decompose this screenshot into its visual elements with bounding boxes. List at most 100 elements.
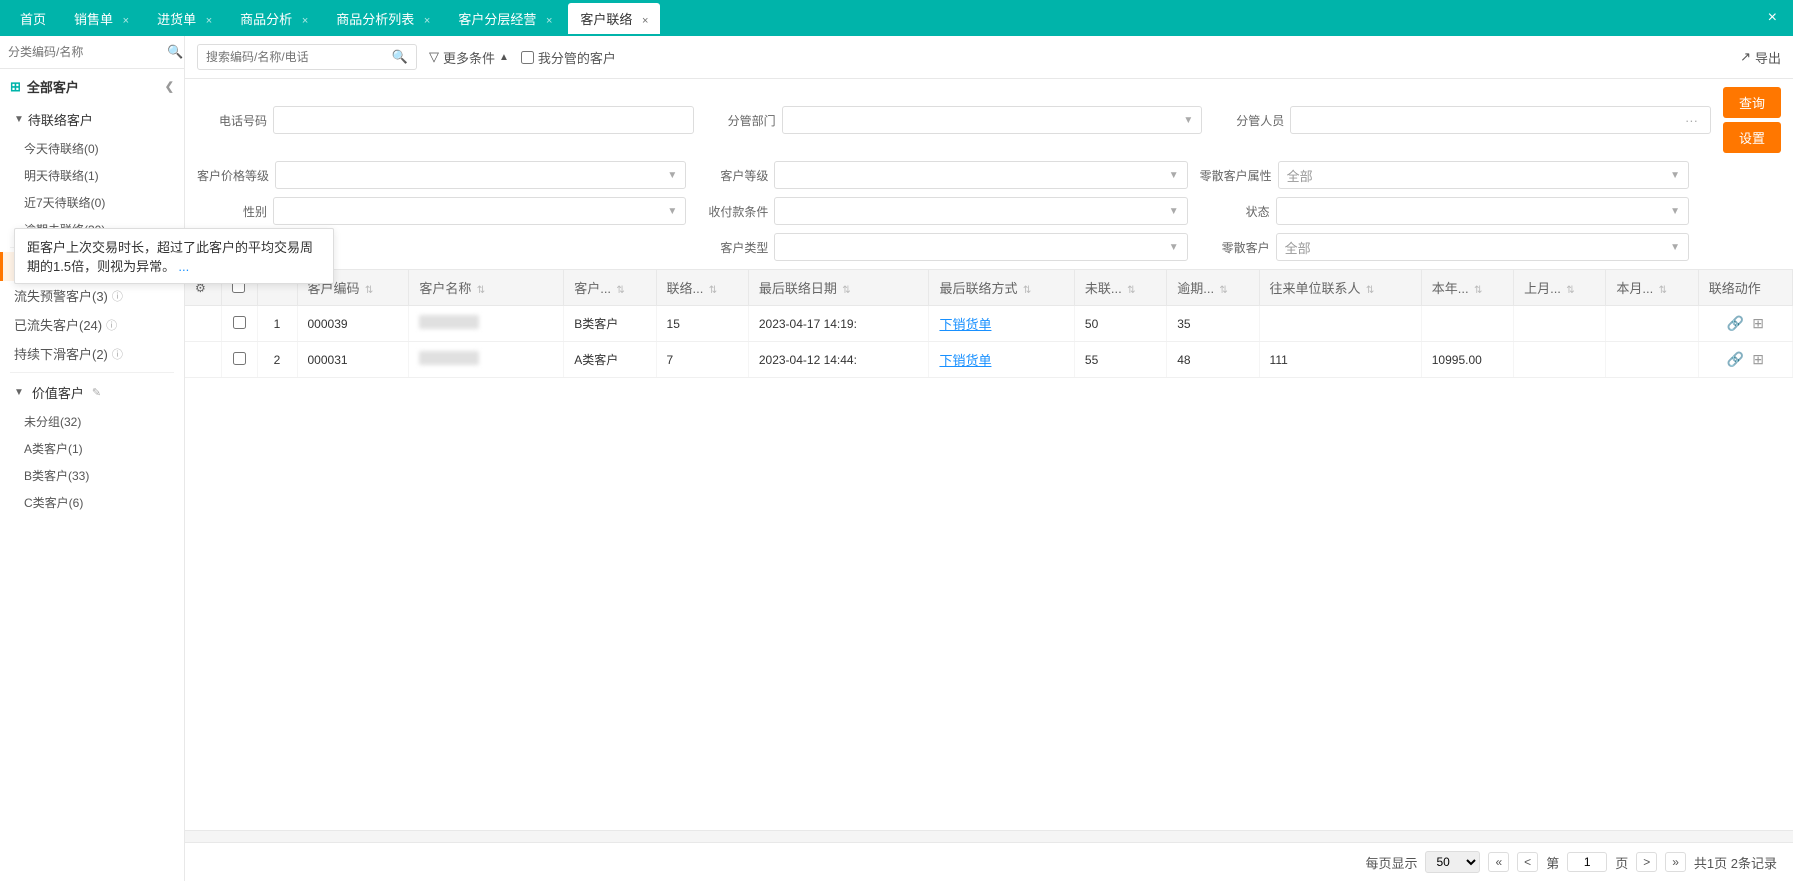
nav-sales-close[interactable]: × bbox=[123, 15, 129, 27]
payment-input[interactable]: ▼ bbox=[774, 197, 1187, 225]
sidebar-item-ungroups[interactable]: 未分组(32) bbox=[0, 408, 184, 435]
nav-customer-tier-close[interactable]: × bbox=[546, 15, 552, 27]
settings-button[interactable]: 设置 bbox=[1723, 122, 1781, 153]
row2-last-contact-date: 2023-04-12 14:44: bbox=[748, 342, 929, 378]
col-last-contact-date[interactable]: 最后联络日期 ⇅ bbox=[748, 270, 929, 306]
row1-no-contact: 50 bbox=[1074, 306, 1166, 342]
row2-unit-contact: 111 bbox=[1259, 342, 1421, 378]
col-contact-count[interactable]: 联络... ⇅ bbox=[656, 270, 748, 306]
sort-icon-this-month: ⇅ bbox=[1659, 285, 1667, 296]
col-last-month[interactable]: 上月... ⇅ bbox=[1514, 270, 1606, 306]
gender-down-arrow: ▼ bbox=[667, 206, 677, 217]
nav-product-analysis[interactable]: 商品分析 × bbox=[228, 3, 320, 34]
col-this-month[interactable]: 本月... ⇅ bbox=[1606, 270, 1698, 306]
col-customer-name[interactable]: 客户名称 ⇅ bbox=[409, 270, 564, 306]
sidebar-search-icon[interactable]: 🔍 bbox=[167, 44, 183, 60]
col-customer-type[interactable]: 客户... ⇅ bbox=[564, 270, 656, 306]
customer-level-input[interactable]: ▼ bbox=[774, 161, 1187, 189]
page-number-input[interactable] bbox=[1567, 852, 1607, 872]
nav-customer-contact[interactable]: 客户联络 × bbox=[568, 3, 660, 34]
loss-warning-info-icon[interactable]: ⓘ bbox=[112, 288, 123, 304]
row2-checkbox[interactable] bbox=[233, 352, 246, 365]
nav-product-analysis-list-close[interactable]: × bbox=[424, 15, 430, 27]
window-close-button[interactable]: × bbox=[1760, 5, 1785, 31]
sidebar-item-loss-warning[interactable]: 流失预警客户(3) ⓘ bbox=[0, 281, 184, 310]
last-page-btn[interactable]: » bbox=[1665, 852, 1686, 872]
retail-customer-value: 全部 bbox=[1285, 238, 1311, 257]
first-page-btn[interactable]: « bbox=[1488, 852, 1509, 872]
nav-sales[interactable]: 销售单 × bbox=[62, 3, 141, 34]
row2-customer-code: 000031 bbox=[297, 342, 409, 378]
search-box: 🔍 bbox=[197, 44, 417, 70]
row1-this-month bbox=[1606, 306, 1698, 342]
dept-input[interactable]: ▼ bbox=[782, 106, 1203, 134]
nav-customer-tier[interactable]: 客户分层经营 × bbox=[446, 3, 564, 34]
sort-icon-overdue: ⇅ bbox=[1219, 285, 1227, 296]
edit-icon[interactable]: ✎ bbox=[92, 386, 101, 399]
sidebar-item-week-pending[interactable]: 近7天待联络(0) bbox=[0, 189, 184, 216]
sidebar-collapse-icon[interactable]: ❮ bbox=[165, 80, 174, 93]
per-page-select[interactable]: 50 100 200 bbox=[1425, 851, 1480, 873]
more-conditions-btn[interactable]: ▽ 更多条件 ▲ bbox=[429, 48, 509, 67]
customer-level-field: 客户等级 ▼ bbox=[698, 161, 1187, 189]
sort-icon-type: ⇅ bbox=[616, 285, 624, 296]
retail-attr-input[interactable]: 全部 ▼ bbox=[1278, 161, 1689, 189]
nav-product-analysis-close[interactable]: × bbox=[302, 15, 308, 27]
main-search-input[interactable] bbox=[206, 50, 386, 64]
row2-link-icon[interactable]: 🔗 bbox=[1727, 351, 1744, 368]
all-customers-header[interactable]: ⊞ 全部客户 ❮ bbox=[0, 69, 184, 104]
row1-link-icon[interactable]: 🔗 bbox=[1727, 315, 1744, 332]
col-no-contact[interactable]: 未联... ⇅ bbox=[1074, 270, 1166, 306]
query-button[interactable]: 查询 bbox=[1723, 87, 1781, 118]
sustain-decline-info-icon[interactable]: ⓘ bbox=[112, 346, 123, 362]
manager-input[interactable]: ··· bbox=[1290, 106, 1711, 134]
col-last-contact-method[interactable]: 最后联络方式 ⇅ bbox=[929, 270, 1074, 306]
prev-page-btn[interactable]: < bbox=[1517, 852, 1538, 872]
nav-purchase-close[interactable]: × bbox=[206, 15, 212, 27]
sidebar-item-already-lost[interactable]: 已流失客户(24) ⓘ bbox=[0, 310, 184, 339]
phone-input[interactable] bbox=[273, 106, 694, 134]
nav-customer-contact-close[interactable]: × bbox=[642, 15, 648, 27]
col-unit-contact-label: 往来单位联系人 bbox=[1270, 281, 1361, 296]
already-lost-info-icon[interactable]: ⓘ bbox=[106, 317, 117, 333]
sidebar-item-a-class[interactable]: A类客户(1) bbox=[0, 435, 184, 462]
status-input[interactable]: ▼ bbox=[1276, 197, 1689, 225]
manager-dots[interactable]: ··· bbox=[1681, 113, 1702, 128]
my-customers-check[interactable] bbox=[521, 51, 534, 64]
status-field: 状态 ▼ bbox=[1200, 197, 1689, 225]
export-btn[interactable]: ↗ 导出 bbox=[1740, 48, 1781, 67]
sidebar-item-sustain-decline[interactable]: 持续下滑客户(2) ⓘ bbox=[0, 339, 184, 368]
row1-last-contact-method[interactable]: 下销货单 bbox=[929, 306, 1074, 342]
manager-field: 分管人员 ··· bbox=[1214, 106, 1711, 134]
sidebar-item-tomorrow-pending[interactable]: 明天待联络(1) bbox=[0, 162, 184, 189]
row1-grid-icon[interactable]: ⊞ bbox=[1752, 315, 1764, 332]
nav-purchase[interactable]: 进货单 × bbox=[145, 3, 224, 34]
sidebar-search-input[interactable] bbox=[8, 45, 163, 59]
value-customer-header[interactable]: ▼ 价值客户 ✎ bbox=[0, 377, 184, 408]
row2-grid-icon[interactable]: ⊞ bbox=[1752, 351, 1764, 368]
col-overdue-label: 逾期... bbox=[1177, 281, 1214, 296]
nav-home[interactable]: 首页 bbox=[8, 3, 58, 34]
col-this-month-label: 本月... bbox=[1616, 281, 1653, 296]
row2-last-contact-method[interactable]: 下销货单 bbox=[929, 342, 1074, 378]
horizontal-scrollbar[interactable] bbox=[185, 830, 1793, 842]
gender-input[interactable]: ▼ bbox=[273, 197, 686, 225]
row1-checkbox[interactable] bbox=[233, 316, 246, 329]
sidebar-item-b-class[interactable]: B类客户(33) bbox=[0, 462, 184, 489]
row1-method-link[interactable]: 下销货单 bbox=[939, 317, 991, 332]
main-search-icon[interactable]: 🔍 bbox=[392, 49, 408, 65]
customer-type-input[interactable]: ▼ bbox=[774, 233, 1187, 261]
price-level-input[interactable]: ▼ bbox=[275, 161, 686, 189]
payment-label: 收付款条件 bbox=[698, 203, 768, 220]
row2-method-link[interactable]: 下销货单 bbox=[939, 353, 991, 368]
col-overdue[interactable]: 逾期... ⇅ bbox=[1167, 270, 1259, 306]
nav-product-analysis-list[interactable]: 商品分析列表 × bbox=[324, 3, 442, 34]
col-this-year[interactable]: 本年... ⇅ bbox=[1421, 270, 1513, 306]
col-unit-contact[interactable]: 往来单位联系人 ⇅ bbox=[1259, 270, 1421, 306]
pending-contact-header[interactable]: ▼ 待联络客户 bbox=[0, 104, 184, 135]
payment-down-arrow: ▼ bbox=[1169, 206, 1179, 217]
sidebar-item-c-class[interactable]: C类客户(6) bbox=[0, 489, 184, 516]
retail-customer-input[interactable]: 全部 ▼ bbox=[1276, 233, 1689, 261]
next-page-btn[interactable]: > bbox=[1636, 852, 1657, 872]
sidebar-item-today-pending[interactable]: 今天待联络(0) bbox=[0, 135, 184, 162]
